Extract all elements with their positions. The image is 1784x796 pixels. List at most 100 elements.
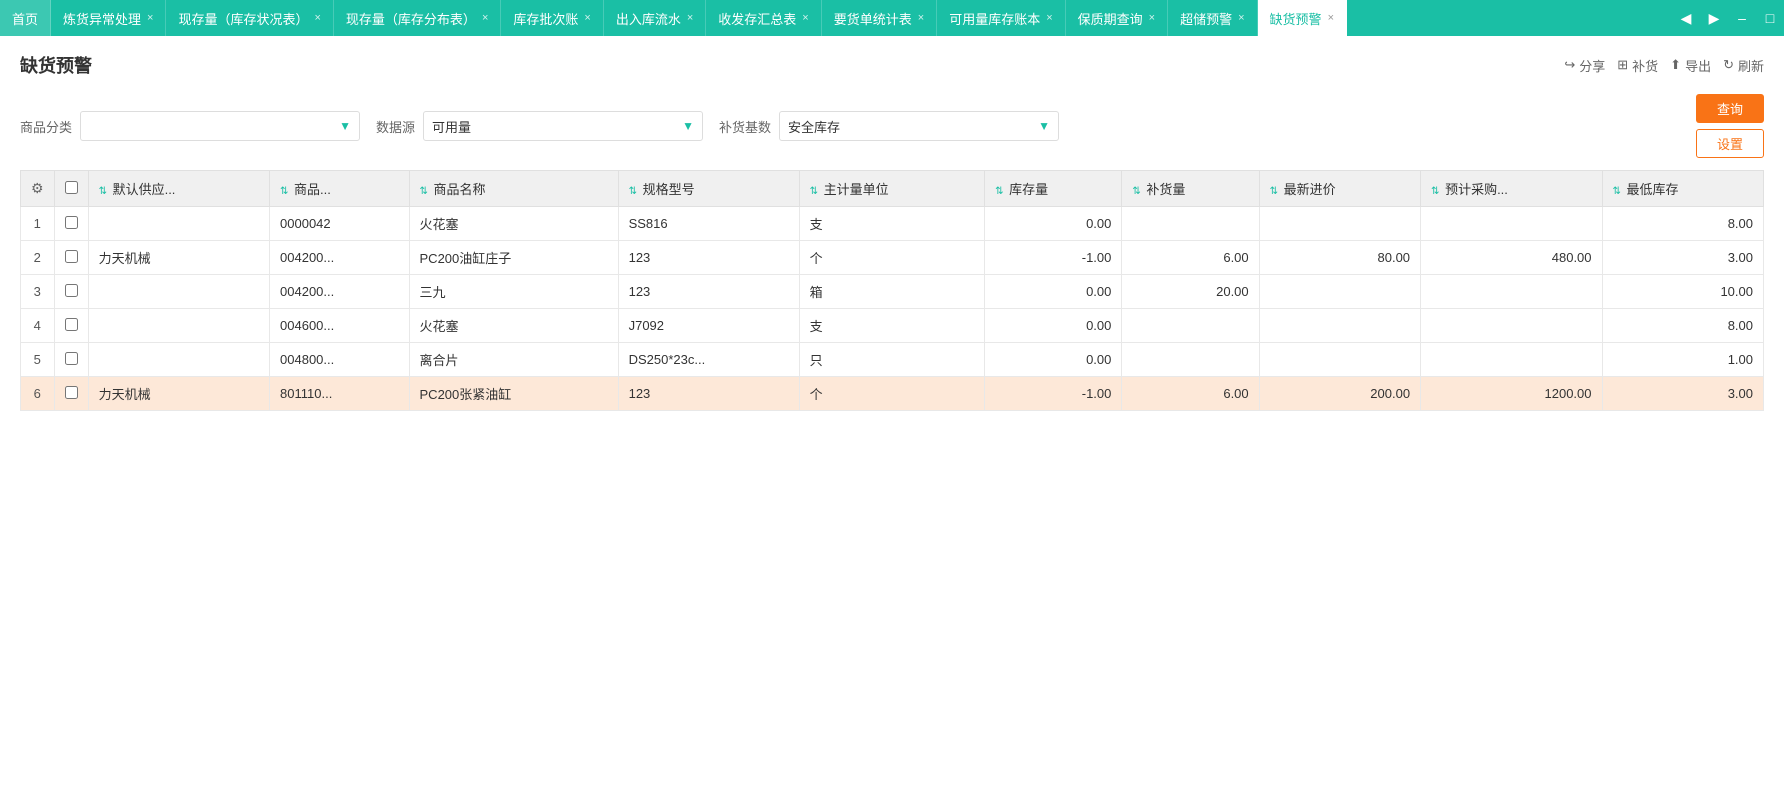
row-checkbox[interactable] (54, 275, 88, 309)
row-replenish-qty: 6.00 (1122, 241, 1259, 275)
row-select-checkbox[interactable] (65, 352, 78, 365)
th-checkbox[interactable] (54, 171, 88, 207)
row-latest-price: 200.00 (1259, 377, 1420, 411)
category-label: 商品分类 (20, 117, 72, 136)
minimize-button[interactable]: – (1728, 0, 1756, 36)
row-stock-qty: 0.00 (985, 275, 1122, 309)
prev-tab-button[interactable]: ◀ (1672, 0, 1700, 36)
datasource-select[interactable]: 可用量 ▼ (423, 111, 703, 141)
row-select-checkbox[interactable] (65, 318, 78, 331)
refresh-button[interactable]: ↻ 刷新 (1723, 56, 1764, 75)
row-unit: 个 (799, 241, 985, 275)
row-index: 6 (21, 377, 55, 411)
row-estimated-purchase (1421, 207, 1602, 241)
close-tab-available-ledger[interactable]: × (1046, 12, 1052, 24)
close-tab-inventory-dist[interactable]: × (482, 12, 488, 24)
row-estimated-purchase (1421, 309, 1602, 343)
row-estimated-purchase: 1200.00 (1421, 377, 1602, 411)
th-product-code[interactable]: ⇅ 商品... (270, 171, 409, 207)
tab-available-ledger[interactable]: 可用量库存账本 × (937, 0, 1065, 36)
data-table: ⚙ ⇅ 默认供应... ⇅ 商品... ⇅ 商品名称 ⇅ (20, 170, 1764, 411)
close-tab-inout-flow[interactable]: × (687, 12, 693, 24)
row-checkbox[interactable] (54, 309, 88, 343)
row-unit: 个 (799, 377, 985, 411)
row-spec: 123 (618, 377, 799, 411)
row-checkbox[interactable] (54, 207, 88, 241)
row-replenish-qty (1122, 309, 1259, 343)
tab-requisition-stats[interactable]: 要货单统计表 × (822, 0, 937, 36)
row-stock-qty: -1.00 (985, 377, 1122, 411)
row-checkbox[interactable] (54, 377, 88, 411)
sort-icon: ⇅ (1431, 186, 1439, 197)
row-spec: DS250*23c... (618, 343, 799, 377)
tab-overstock-warning[interactable]: 超储预警 × (1168, 0, 1257, 36)
row-select-checkbox[interactable] (65, 216, 78, 229)
row-checkbox[interactable] (54, 343, 88, 377)
tab-inventory-status[interactable]: 现存量（库存状况表） × (166, 0, 333, 36)
export-button[interactable]: ⬆ 导出 (1670, 56, 1711, 75)
close-tab-batch-account[interactable]: × (584, 12, 590, 24)
close-tab-overstock-warning[interactable]: × (1238, 12, 1244, 24)
replenish-base-label: 补货基数 (719, 117, 771, 136)
share-button[interactable]: ↪ 分享 (1564, 56, 1605, 75)
row-min-stock: 3.00 (1602, 377, 1763, 411)
th-stock-qty[interactable]: ⇅ 库存量 (985, 171, 1122, 207)
row-select-checkbox[interactable] (65, 284, 78, 297)
table-row: 4004600...火花塞J7092支0.008.00 (21, 309, 1764, 343)
settings-button[interactable]: 设置 (1696, 129, 1764, 158)
row-latest-price (1259, 275, 1420, 309)
table-header-row: ⚙ ⇅ 默认供应... ⇅ 商品... ⇅ 商品名称 ⇅ (21, 171, 1764, 207)
th-estimated-purchase[interactable]: ⇅ 预计采购... (1421, 171, 1602, 207)
th-spec[interactable]: ⇅ 规格型号 (618, 171, 799, 207)
close-tab-expiry-query[interactable]: × (1149, 12, 1155, 24)
th-latest-price[interactable]: ⇅ 最新进价 (1259, 171, 1420, 207)
th-product-name[interactable]: ⇅ 商品名称 (409, 171, 618, 207)
next-tab-button[interactable]: ▶ (1700, 0, 1728, 36)
tab-receive-summary[interactable]: 收发存汇总表 × (706, 0, 821, 36)
row-select-checkbox[interactable] (65, 250, 78, 263)
gear-icon[interactable]: ⚙ (31, 180, 44, 196)
row-select-checkbox[interactable] (65, 386, 78, 399)
row-spec: 123 (618, 241, 799, 275)
tab-inout-flow[interactable]: 出入库流水 × (604, 0, 706, 36)
tab-batch-account[interactable]: 库存批次账 × (501, 0, 603, 36)
tab-inventory-dist[interactable]: 现存量（库存分布表） × (334, 0, 501, 36)
th-gear[interactable]: ⚙ (21, 171, 55, 207)
datasource-select-value: 可用量 (432, 117, 471, 136)
th-replenish-qty[interactable]: ⇅ 补货量 (1122, 171, 1259, 207)
replenish-button[interactable]: ⊞ 补货 (1617, 56, 1658, 75)
th-min-stock[interactable]: ⇅ 最低库存 (1602, 171, 1763, 207)
close-tab-exception[interactable]: × (147, 12, 153, 24)
row-spec: SS816 (618, 207, 799, 241)
row-index: 2 (21, 241, 55, 275)
row-index: 3 (21, 275, 55, 309)
row-product-name: 离合片 (409, 343, 618, 377)
query-button[interactable]: 查询 (1696, 94, 1764, 123)
sort-icon: ⇅ (1132, 186, 1140, 197)
page-header: 缺货预警 ↪ 分享 ⊞ 补货 ⬆ 导出 ↻ 刷新 (20, 52, 1764, 78)
close-tab-requisition-stats[interactable]: × (918, 12, 924, 24)
close-tab-shortage-warning[interactable]: × (1328, 12, 1334, 24)
close-tab-inventory-status[interactable]: × (314, 12, 320, 24)
row-replenish-qty (1122, 343, 1259, 377)
row-stock-qty: 0.00 (985, 309, 1122, 343)
row-min-stock: 8.00 (1602, 309, 1763, 343)
category-select[interactable]: ▼ (80, 111, 360, 141)
row-checkbox[interactable] (54, 241, 88, 275)
tab-shortage-warning[interactable]: 缺货预警 × (1258, 0, 1347, 36)
row-stock-qty: 0.00 (985, 343, 1122, 377)
tab-home[interactable]: 首页 (0, 0, 51, 36)
nav-controls: ◀ ▶ – □ (1672, 0, 1784, 36)
tab-exception[interactable]: 炼货异常处理 × (51, 0, 166, 36)
table-row: 6力天机械801110...PC200张紧油缸123个-1.006.00200.… (21, 377, 1764, 411)
datasource-filter-group: 数据源 可用量 ▼ (376, 111, 703, 141)
replenish-base-select[interactable]: 安全库存 ▼ (779, 111, 1059, 141)
row-index: 1 (21, 207, 55, 241)
replenish-base-filter-group: 补货基数 安全库存 ▼ (719, 111, 1059, 141)
tab-expiry-query[interactable]: 保质期查询 × (1066, 0, 1168, 36)
select-all-checkbox[interactable] (65, 181, 78, 194)
th-default-supplier[interactable]: ⇅ 默认供应... (88, 171, 269, 207)
close-tab-receive-summary[interactable]: × (802, 12, 808, 24)
th-unit[interactable]: ⇅ 主计量单位 (799, 171, 985, 207)
maximize-button[interactable]: □ (1756, 0, 1784, 36)
